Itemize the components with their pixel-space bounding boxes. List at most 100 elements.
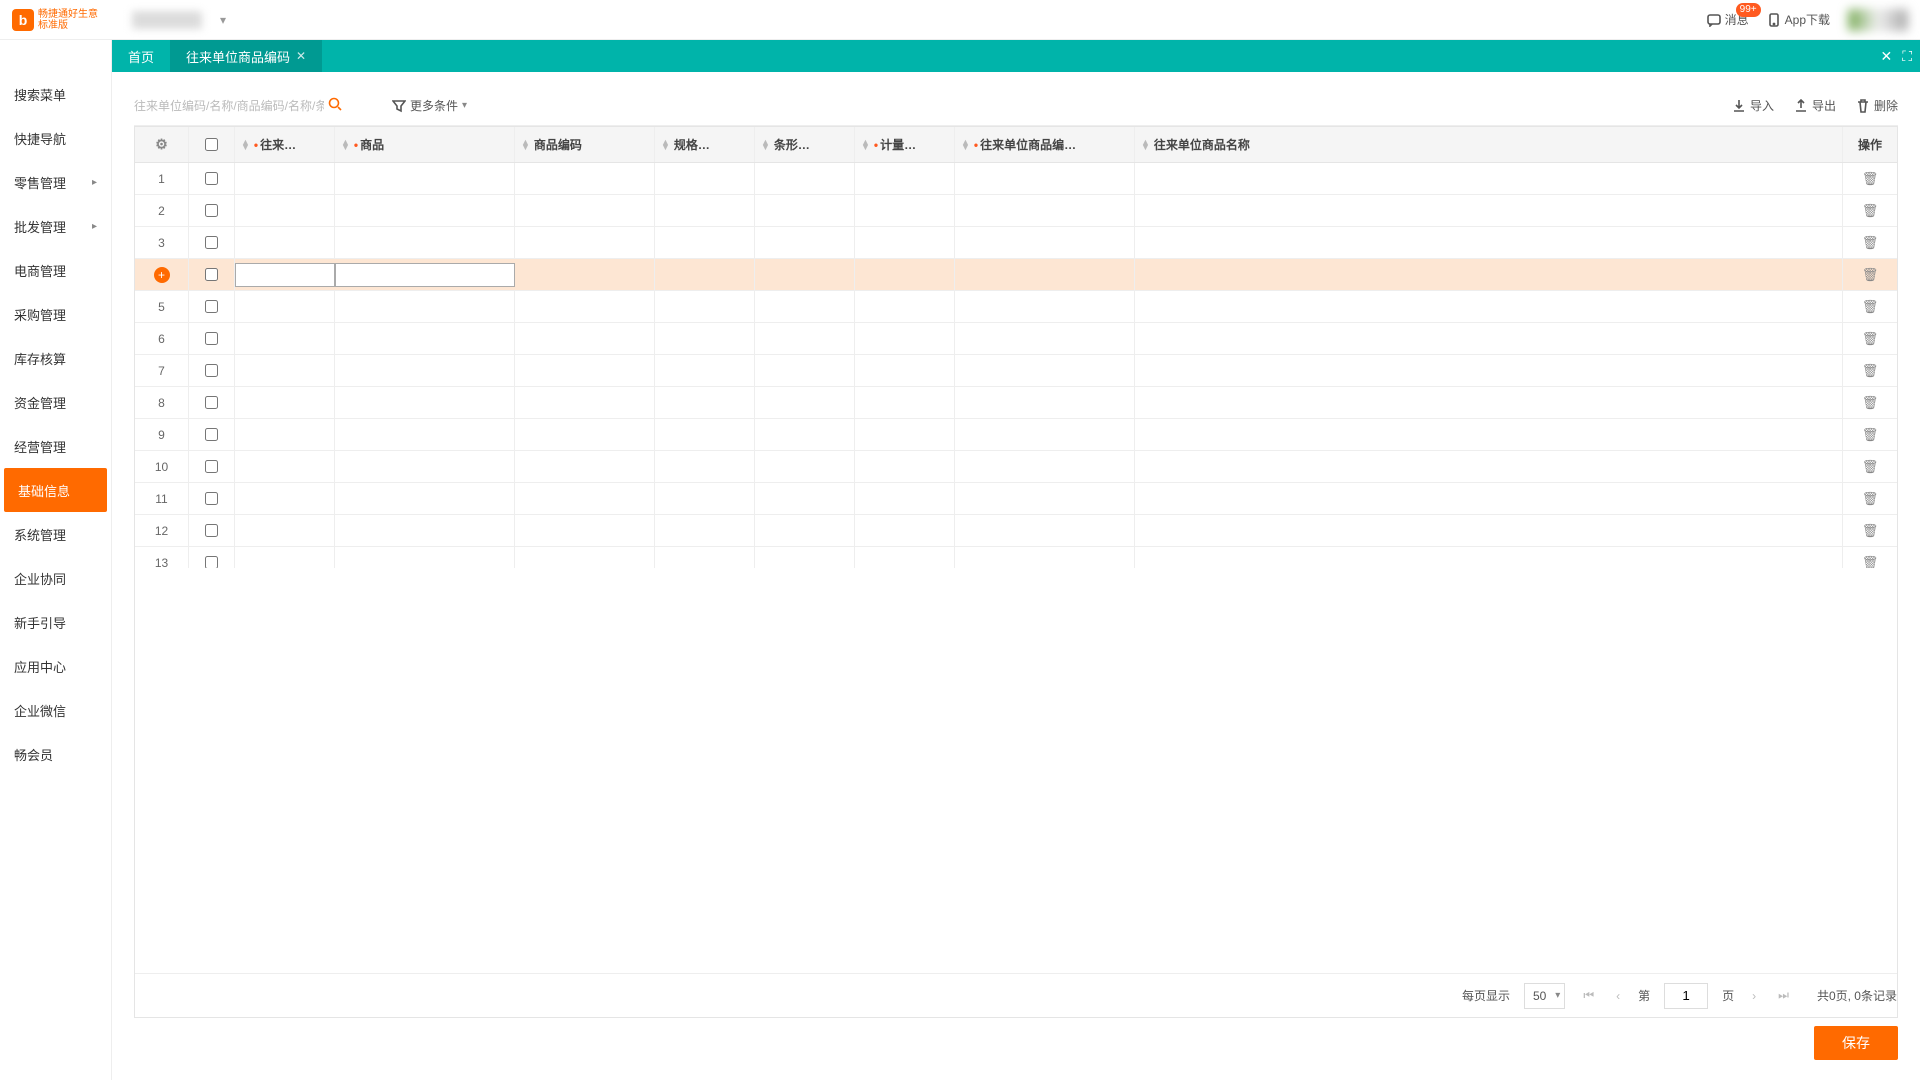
cell-c5[interactable] [755,227,855,258]
delete-row-icon[interactable]: 🗑 [1862,555,1879,569]
cell-c8[interactable] [1135,291,1843,322]
cell-c2[interactable] [335,263,515,287]
row-checkbox[interactable] [205,364,218,377]
per-page-select[interactable]: 50 [1524,983,1565,1009]
delete-row-icon[interactable]: 🗑 [1862,331,1879,347]
delete-row-icon[interactable]: 🗑 [1862,427,1879,443]
cell-c8[interactable] [1135,419,1843,450]
cell-c5[interactable] [755,163,855,194]
close-all-tabs-icon[interactable]: ✕ [1880,48,1892,65]
tab-current[interactable]: 往来单位商品编码 ✕ [170,40,322,72]
app-download-button[interactable]: App下载 [1767,11,1830,28]
cell-c2[interactable] [335,451,515,482]
cell-c1[interactable] [235,195,335,226]
sidebar-item[interactable]: 零售管理▸ [0,160,111,204]
cell-c6[interactable] [855,163,955,194]
cell-c4[interactable] [655,419,755,450]
cell-c5[interactable] [755,355,855,386]
cell-c1[interactable] [235,547,335,568]
cell-c1[interactable] [235,323,335,354]
table-row[interactable]: +🗑 [135,259,1897,291]
sidebar-item[interactable]: 应用中心 [0,644,111,688]
delete-button[interactable]: 删除 [1856,97,1898,114]
sidebar-item[interactable]: 新手引导 [0,600,111,644]
row-checkbox[interactable] [205,396,218,409]
cell-c7[interactable] [955,195,1135,226]
cell-c8[interactable] [1135,483,1843,514]
row-checkbox[interactable] [205,556,218,568]
col-unit[interactable]: ▲▼•计量… [855,127,955,162]
cell-c6[interactable] [855,419,955,450]
row-checkbox[interactable] [205,524,218,537]
cell-c1[interactable] [235,263,335,287]
delete-row-icon[interactable]: 🗑 [1862,395,1879,411]
cell-c4[interactable] [655,291,755,322]
cell-c3[interactable] [515,323,655,354]
cell-c1[interactable] [235,291,335,322]
table-row[interactable]: 7🗑 [135,355,1897,387]
cell-c8[interactable] [1135,227,1843,258]
cell-c6[interactable] [855,227,955,258]
cell-c4[interactable] [655,323,755,354]
cell-c2[interactable] [335,419,515,450]
cell-c7[interactable] [955,419,1135,450]
export-button[interactable]: 导出 [1794,97,1836,114]
sidebar-item[interactable]: 批发管理▸ [0,204,111,248]
search-icon[interactable] [328,97,342,114]
col-settings[interactable]: ⚙ [135,127,189,162]
cell-c5[interactable] [755,323,855,354]
sidebar-item[interactable]: 库存核算 [0,336,111,380]
cell-c1[interactable] [235,419,335,450]
cell-c3[interactable] [515,419,655,450]
cell-c4[interactable] [655,163,755,194]
row-checkbox[interactable] [205,460,218,473]
col-partner[interactable]: ▲▼•往来… [235,127,335,162]
cell-c3[interactable] [515,227,655,258]
cell-c6[interactable] [855,355,955,386]
cell-c1[interactable] [235,355,335,386]
search-input[interactable] [134,99,324,113]
cell-c7[interactable] [955,323,1135,354]
row-checkbox[interactable] [205,300,218,313]
col-partner-name[interactable]: ▲▼往来单位商品名称 [1135,127,1843,162]
cell-c5[interactable] [755,259,855,290]
cell-c4[interactable] [655,515,755,546]
sidebar-item[interactable]: 电商管理 [0,248,111,292]
cell-c1[interactable] [235,227,335,258]
cell-c6[interactable] [855,451,955,482]
import-button[interactable]: 导入 [1732,97,1774,114]
cell-c6[interactable] [855,515,955,546]
cell-c2[interactable] [335,291,515,322]
row-checkbox[interactable] [205,172,218,185]
cell-c5[interactable] [755,195,855,226]
table-row[interactable]: 1🗑 [135,163,1897,195]
table-row[interactable]: 12🗑 [135,515,1897,547]
table-row[interactable]: 11🗑 [135,483,1897,515]
delete-row-icon[interactable]: 🗑 [1862,267,1879,283]
col-product-code[interactable]: ▲▼商品编码 [515,127,655,162]
cell-c6[interactable] [855,483,955,514]
cell-c7[interactable] [955,515,1135,546]
cell-c6[interactable] [855,259,955,290]
org-selector[interactable]: ▾ [122,2,236,38]
page-prev-icon[interactable]: ‹ [1612,989,1624,1003]
delete-row-icon[interactable]: 🗑 [1862,459,1879,475]
row-checkbox[interactable] [205,428,218,441]
cell-c6[interactable] [855,387,955,418]
cell-c2[interactable] [335,355,515,386]
delete-row-icon[interactable]: 🗑 [1862,299,1879,315]
cell-c8[interactable] [1135,195,1843,226]
page-input[interactable] [1664,983,1708,1009]
cell-c3[interactable] [515,483,655,514]
sidebar-item[interactable]: 企业微信 [0,688,111,732]
cell-c2[interactable] [335,195,515,226]
cell-c3[interactable] [515,547,655,568]
table-row[interactable]: 5🗑 [135,291,1897,323]
cell-c8[interactable] [1135,259,1843,290]
user-avatar-blurred[interactable] [1848,9,1908,31]
cell-c1[interactable] [235,387,335,418]
cell-c5[interactable] [755,515,855,546]
cell-c4[interactable] [655,355,755,386]
cell-c4[interactable] [655,227,755,258]
cell-c2[interactable] [335,387,515,418]
